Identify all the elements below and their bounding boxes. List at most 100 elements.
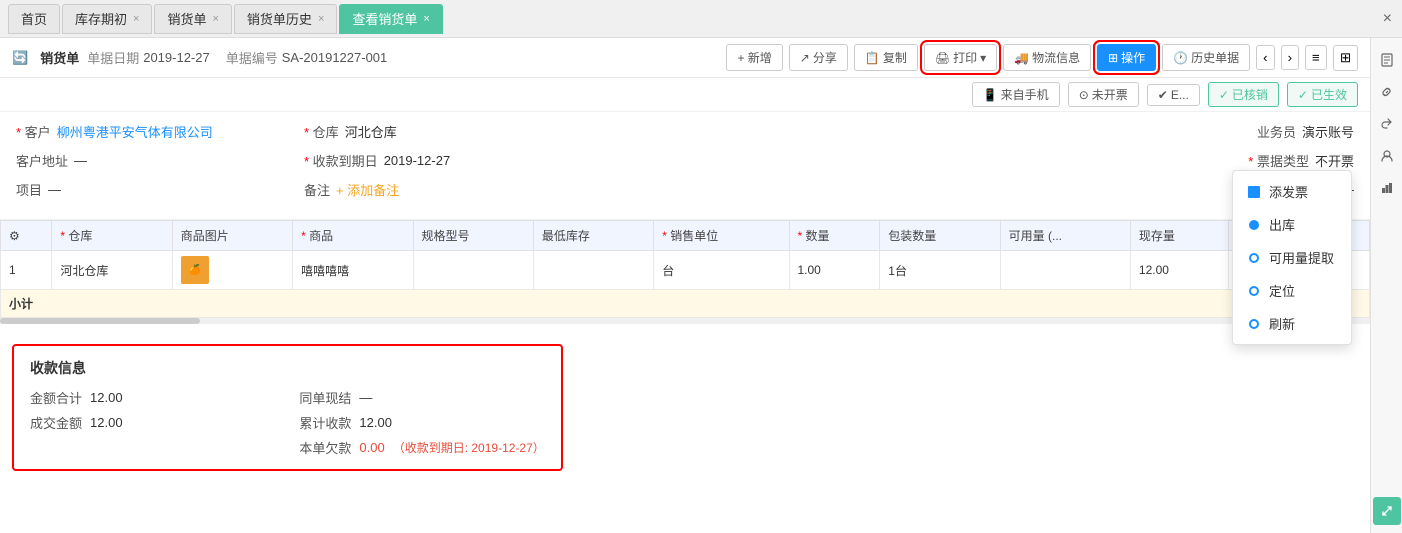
copy-icon: 📋 <box>865 51 880 65</box>
dropdown-item-refresh[interactable]: 刷新 <box>1233 307 1351 340</box>
invoice-field: 票据类型 不开票 <box>1248 151 1354 170</box>
copy-label: 复制 <box>883 49 907 66</box>
table-row: 1 河北仓库 🍊 嘻嘻嘻嘻 台 1.00 1台 12.00 12.00 <box>1 251 1370 290</box>
history-label: 历史单据 <box>1191 49 1239 66</box>
add-invoice-icon <box>1247 185 1261 199</box>
col-settings[interactable]: ⚙ <box>1 221 52 251</box>
deal-value: 12.00 <box>90 415 123 430</box>
dropdown-item-outbound[interactable]: 出库 <box>1233 208 1351 241</box>
not-open-label: 未开票 <box>1092 86 1128 103</box>
check-icon: ✔ <box>1158 88 1168 102</box>
tab-view-sales-close[interactable]: × <box>423 13 429 25</box>
form-area: 客户 柳州粤港平安气体有限公司 仓库 河北仓库 业务员 演示账号 客户地址 — <box>0 112 1370 220</box>
doc-date-field: 单据日期 2019-12-27 <box>87 48 210 67</box>
toolbar-actions: + 新增 ↗ 分享 📋 复制 🖨 打印 ▾ 🚚 <box>726 44 1358 71</box>
view-grid-button[interactable]: ⊞ <box>1333 45 1358 71</box>
payment-due-label: 收款到期日 <box>304 151 378 170</box>
staff-value: 演示账号 <box>1302 122 1354 141</box>
operate-dropdown-menu: 添发票 出库 可用量提取 定位 刷新 <box>1232 170 1352 345</box>
written-off-icon: ✓ <box>1219 88 1229 102</box>
tab-sales-order-close[interactable]: × <box>212 13 218 25</box>
add-notes-button[interactable]: + 添加备注 <box>336 180 399 199</box>
view-list-button[interactable]: ≡ <box>1305 45 1327 70</box>
window-close-button[interactable]: × <box>1383 10 1392 28</box>
doc-number-field: 单据编号 SA-20191227-001 <box>226 48 388 67</box>
doc-icon: 🔄 <box>12 50 28 66</box>
cell-warehouse: 河北仓库 <box>52 251 172 290</box>
summary-item-owed: 本单欠款 0.00 （收款到期日: 2019-12-27） <box>299 438 544 457</box>
logistics-button[interactable]: 🚚 物流信息 <box>1003 44 1091 71</box>
nav-prev-button[interactable]: ‹ <box>1256 45 1274 70</box>
add-invoice-label: 添发票 <box>1269 182 1308 201</box>
tab-sales-order-label: 销货单 <box>167 9 206 28</box>
refresh-icon <box>1247 317 1261 331</box>
dropdown-item-locate[interactable]: 定位 <box>1233 274 1351 307</box>
horizontal-scrollbar[interactable] <box>0 318 1370 324</box>
nav-next-button[interactable]: › <box>1281 45 1299 70</box>
sidebar-icon-return[interactable] <box>1373 110 1401 138</box>
received-label: 累计收款 <box>299 413 351 432</box>
sidebar-icon-expand[interactable] <box>1373 497 1401 525</box>
col-min-stock: 最低库存 <box>533 221 653 251</box>
dropdown-item-add-invoice[interactable]: 添发票 <box>1233 175 1351 208</box>
scrollbar-thumb[interactable] <box>0 318 200 324</box>
customer-label: 客户 <box>16 122 51 141</box>
customer-value[interactable]: 柳州粤港平安气体有限公司 <box>57 122 213 141</box>
sidebar-icon-chart[interactable] <box>1373 174 1401 202</box>
from-phone-label: 来自手机 <box>1001 86 1049 103</box>
same-order-label: 同单现结 <box>299 388 351 407</box>
tab-sales-history[interactable]: 销货单历史 × <box>234 4 337 34</box>
new-button[interactable]: + 新增 <box>726 44 782 71</box>
tab-sales-order[interactable]: 销货单 × <box>154 4 231 34</box>
project-field: 项目 — <box>16 180 296 199</box>
status-bar: 📱 来自手机 ⊙ 未开票 ✔ E... ✓ 已核销 ✓ 已生效 <box>0 78 1370 112</box>
settings-icon: ⚙ <box>9 229 20 243</box>
copy-button[interactable]: 📋 复制 <box>854 44 918 71</box>
operate-button[interactable]: ⊞ 操作 <box>1097 44 1156 71</box>
tab-bar: 首页 库存期初 × 销货单 × 销货单历史 × 查看销货单 × × <box>0 0 1402 38</box>
summary-grid: 金额合计 12.00 同单现结 — 成交金额 12.00 累计收款 12.00 <box>30 388 545 457</box>
print-button[interactable]: 🖨 打印 ▾ <box>924 44 997 71</box>
doc-title: 销货单 <box>40 48 79 67</box>
owed-extra: （收款到期日: 2019-12-27） <box>393 439 545 456</box>
sidebar-icon-link[interactable] <box>1373 78 1401 106</box>
col-sales-unit: * 销售单位 <box>654 221 789 251</box>
staff-label: 业务员 <box>1257 122 1296 141</box>
sidebar-icon-user[interactable] <box>1373 142 1401 170</box>
tab-home[interactable]: 首页 <box>8 4 60 34</box>
tab-sales-history-close[interactable]: × <box>318 13 324 25</box>
cell-product: 嘻嘻嘻嘻 <box>293 251 413 290</box>
sales-table: ⚙ * 仓库 商品图片 * 商品 规格型号 最低库存 * 销售单位 * 数量 包… <box>0 220 1370 318</box>
tab-view-sales[interactable]: 查看销货单 × <box>339 4 442 34</box>
logistics-label: 物流信息 <box>1032 49 1080 66</box>
table-area: ⚙ * 仓库 商品图片 * 商品 规格型号 最低库存 * 销售单位 * 数量 包… <box>0 220 1370 336</box>
subtotal-label: 小计 <box>1 290 1370 318</box>
col-product: * 商品 <box>293 221 413 251</box>
check-button[interactable]: ✔ E... <box>1147 84 1200 106</box>
outbound-icon <box>1247 218 1261 232</box>
logistics-icon: 🚚 <box>1014 51 1029 65</box>
col-current-stock: 现存量 <box>1130 221 1228 251</box>
col-quantity: * 数量 <box>789 221 880 251</box>
effective-button[interactable]: ✓ 已生效 <box>1287 82 1358 107</box>
from-phone-button[interactable]: 📱 来自手机 <box>972 82 1060 107</box>
notes-label: 备注 <box>304 180 330 199</box>
owed-label: 本单欠款 <box>299 438 351 457</box>
sidebar-icon-doc[interactable] <box>1373 46 1401 74</box>
written-off-button[interactable]: ✓ 已核销 <box>1208 82 1279 107</box>
tab-inventory-init[interactable]: 库存期初 × <box>62 4 152 34</box>
doc-date-value: 2019-12-27 <box>143 50 210 65</box>
notes-field: 备注 + 添加备注 <box>304 180 584 199</box>
not-open-button[interactable]: ⊙ 未开票 <box>1068 82 1139 107</box>
tab-inventory-init-close[interactable]: × <box>133 13 139 25</box>
payment-due-field: 收款到期日 2019-12-27 <box>304 151 584 170</box>
summary-section: 收款信息 金额合计 12.00 同单现结 — 成交金额 12.00 <box>12 344 563 471</box>
locate-icon <box>1247 284 1261 298</box>
cell-min-stock <box>533 251 653 290</box>
share-button[interactable]: ↗ 分享 <box>789 44 848 71</box>
cell-seq: 1 <box>1 251 52 290</box>
cell-available <box>1000 251 1130 290</box>
doc-meta: 单据日期 2019-12-27 单据编号 SA-20191227-001 <box>87 48 718 67</box>
dropdown-item-available-extract[interactable]: 可用量提取 <box>1233 241 1351 274</box>
history-button[interactable]: 🕐 历史单据 <box>1162 44 1250 71</box>
